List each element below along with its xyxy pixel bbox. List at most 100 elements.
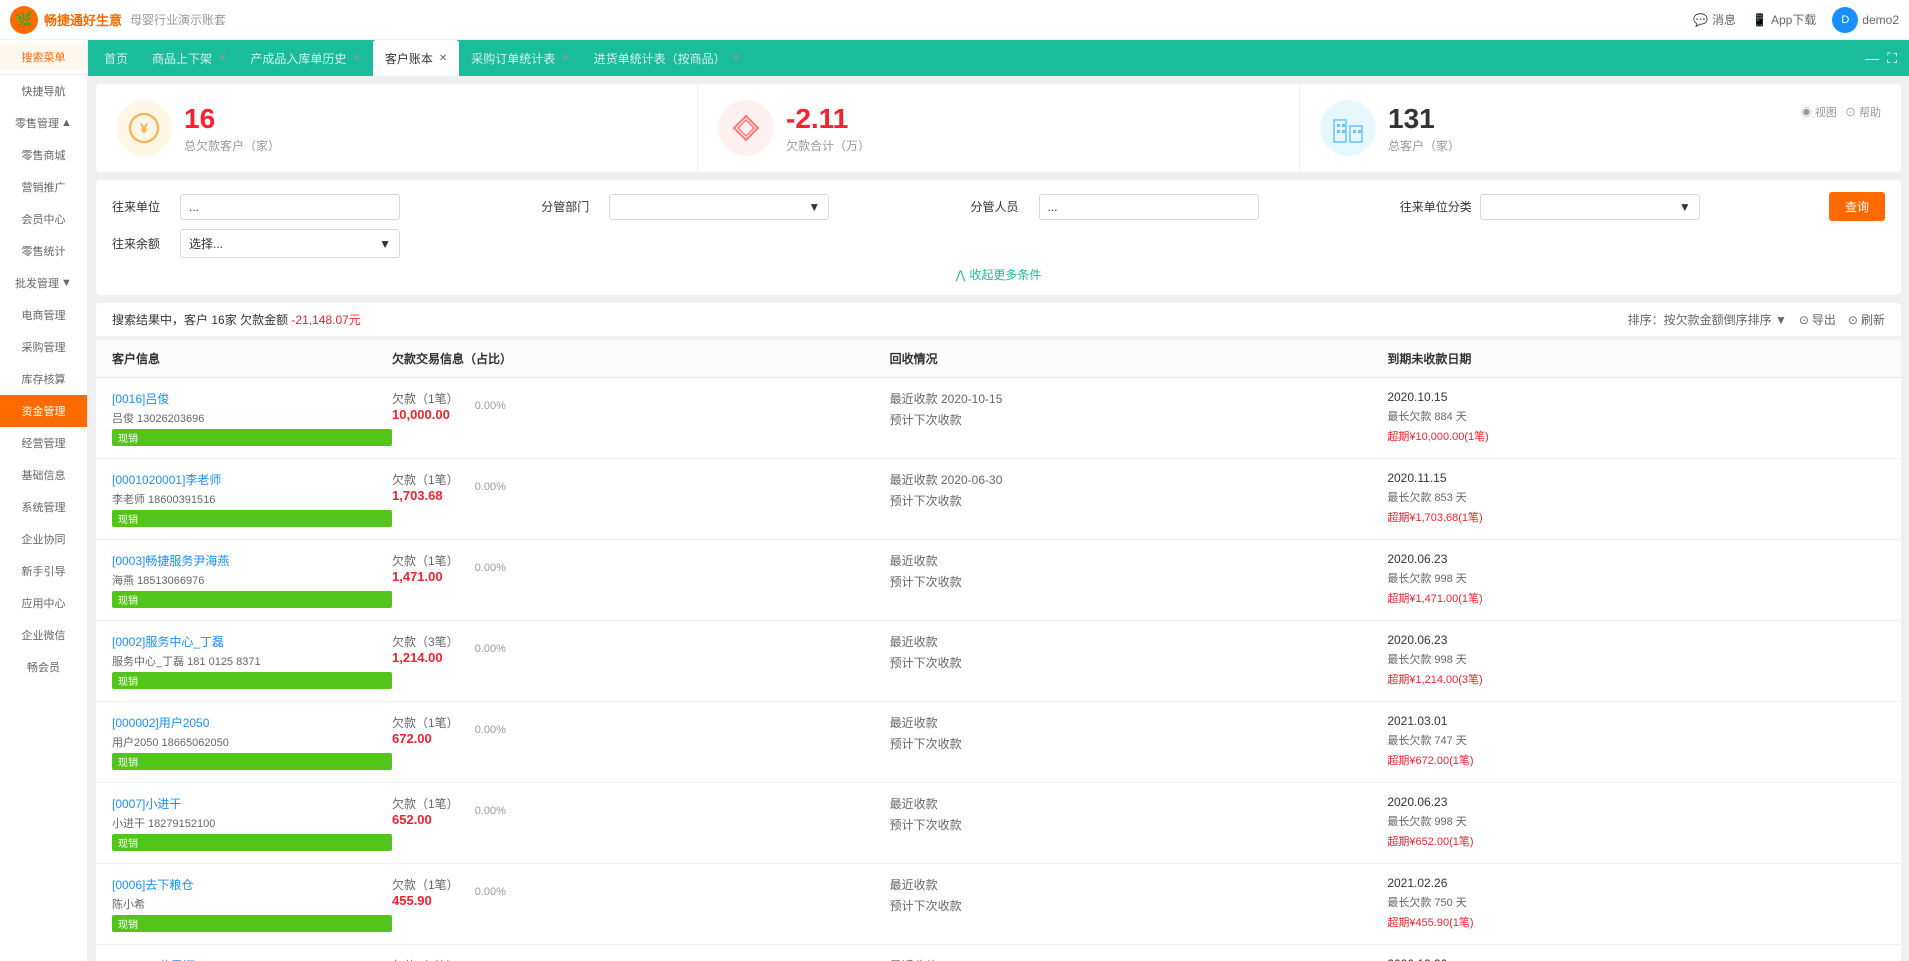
overdue-days-0006: 最长欠款 750 天 [1387, 894, 1885, 910]
stat-total-customers: 131 总客户（家） ◉ 视图 ⊙ 帮助 [1300, 84, 1901, 172]
customer-name-0006[interactable]: [0006]去下粮仓 [112, 876, 392, 893]
customer-contact-0003: 海燕 18513066976 [112, 572, 392, 588]
sidebar-item-wechat[interactable]: 企业微信 [0, 619, 87, 651]
overdue-link-0007[interactable]: 超期¥652.00(1笔) [1387, 833, 1885, 849]
manager-label: 分管人员 [971, 198, 1031, 215]
sidebar-item-capital[interactable]: 资金管理 [0, 395, 87, 427]
sidebar-item-retail-mgmt[interactable]: 零售管理 ▲ [0, 107, 87, 139]
app-download-link[interactable]: 📱 App下载 [1752, 11, 1816, 28]
view-action[interactable]: ◉ 视图 [1801, 104, 1837, 120]
tab-purchase-stats-close[interactable]: ✕ [732, 53, 740, 64]
user-area[interactable]: D demo2 [1832, 7, 1899, 33]
filter-row-2: 往来余额 选择... ▼ [112, 229, 1885, 258]
next-payment-0016: 预计下次收款 [890, 411, 1388, 428]
tab-purchase-order-close[interactable]: ✕ [561, 53, 569, 64]
sidebar-item-purchase[interactable]: 采购管理 [0, 331, 87, 363]
overdue-days-00010: 最长欠款 853 天 [1387, 489, 1885, 505]
logo-area: 🌿 畅捷通好生意 [10, 6, 122, 34]
basic-info-label: 基础信息 [22, 470, 66, 482]
tab-purchase-stats[interactable]: 进货单统计表（按商品） ✕ [582, 40, 752, 76]
sidebar-item-system[interactable]: 系统管理 [0, 491, 87, 523]
overdue-link-0016[interactable]: 超期¥10,000.00(1笔) [1387, 428, 1885, 444]
tab-home[interactable]: 首页 [92, 40, 140, 76]
table-row: [0016]吕俊 吕俊 13026203696 现销 欠款（1笔） 10,000… [96, 378, 1901, 459]
debt-amount-0016: 10,000.00 [392, 407, 459, 422]
sidebar-item-batch-mgmt[interactable]: 批发管理 ▼ [0, 267, 87, 299]
sidebar-item-warehouse[interactable]: 库存核算 [0, 363, 87, 395]
overdue-link-0003[interactable]: 超期¥1,471.00(1笔) [1387, 590, 1885, 606]
customer-name-0007[interactable]: [0007]小进干 [112, 795, 392, 812]
debt-row-0007: 欠款（1笔） 652.00 0.00% [392, 795, 890, 827]
overdue-link-0002[interactable]: 超期¥1,214.00(3笔) [1387, 671, 1885, 687]
tab-minimize-button[interactable]: — [1865, 50, 1879, 66]
sidebar-item-operation[interactable]: 经营管理 [0, 427, 87, 459]
unit-category-select[interactable]: ▼ [1480, 194, 1700, 220]
sidebar-item-retail-stats[interactable]: 零售统计 [0, 235, 87, 267]
overdue-link-000002[interactable]: 超期¥672.00(1笔) [1387, 752, 1885, 768]
recovery-00010: 最近收款 2020-06-30 预计下次收款 [890, 471, 1388, 527]
customer-tag-0006: 现销 [112, 915, 392, 932]
sidebar-item-enterprise[interactable]: 企业协同 [0, 523, 87, 555]
overdue-link-00010[interactable]: 超期¥1,703.68(1笔) [1387, 509, 1885, 525]
customer-name-0016[interactable]: [0016]吕俊 [112, 390, 392, 407]
last-payment-00010: 最近收款 2020-06-30 [890, 471, 1388, 488]
tab-bar: 首页 商品上下架 ✕ 产成品入库单历史 ✕ 客户账本 ✕ 采购订单统计表 ✕ 进… [88, 40, 1909, 76]
tab-product-shelf[interactable]: 商品上下架 ✕ [140, 40, 238, 76]
sidebar-item-member[interactable]: 会员中心 [0, 203, 87, 235]
customer-name-000002[interactable]: [000002]用户2050 [112, 714, 392, 731]
retail-mgmt-label: 零售管理 [15, 115, 59, 131]
collapse-button[interactable]: ⋀ 收起更多条件 [956, 266, 1042, 283]
customer-name-0003[interactable]: [0003]畅捷服务尹海燕 [112, 552, 392, 569]
view-label: 视图 [1815, 107, 1837, 119]
tab-production-history[interactable]: 产成品入库单历史 ✕ [238, 40, 372, 76]
refresh-button[interactable]: ⊙ 刷新 [1848, 311, 1885, 328]
overdue-link-0006[interactable]: 超期¥455.90(1笔) [1387, 914, 1885, 930]
overdue-days-0003: 最长欠款 998 天 [1387, 570, 1885, 586]
system-label: 系统管理 [22, 502, 66, 514]
sidebar-item-app-center[interactable]: 应用中心 [0, 587, 87, 619]
app-logo-icon: 🌿 [10, 6, 38, 34]
sort-select[interactable]: 排序：按欠款金额倒序排序 ▼ [1628, 311, 1787, 328]
search-menu-button[interactable]: 搜索菜单 [0, 44, 87, 70]
tab-production-history-close[interactable]: ✕ [352, 53, 360, 64]
overdue-days-0002: 最长欠款 998 天 [1387, 651, 1885, 667]
manager-input[interactable]: ... [1039, 194, 1259, 220]
dept-select[interactable]: ▼ [609, 194, 829, 220]
operation-label: 经营管理 [22, 438, 66, 450]
recovery-000001: 最近收款 预计下次收款 [890, 957, 1388, 961]
overdue-date-00010: 2020.11.15 [1387, 471, 1885, 485]
debt-info-0007: 欠款（1笔） 652.00 0.00% [392, 795, 890, 851]
customer-tag-0003: 现销 [112, 591, 392, 608]
sidebar-item-retail-store[interactable]: 零售商城 [0, 139, 87, 171]
sidebar-item-vip[interactable]: 畅会员 [0, 651, 87, 683]
table-row: [0003]畅捷服务尹海燕 海燕 18513066976 现销 欠款（1笔） 1… [96, 540, 1901, 621]
next-payment-0002: 预计下次收款 [890, 654, 1388, 671]
sidebar-item-newbie[interactable]: 新手引导 [0, 555, 87, 587]
overdue-0002: 2020.06.23 最长欠款 998 天 超期¥1,214.00(3笔) [1387, 633, 1885, 689]
sidebar-item-quick-nav[interactable]: 快捷导航 [0, 75, 87, 107]
message-link[interactable]: 💬 消息 [1693, 11, 1736, 28]
overdue-date-0007: 2020.06.23 [1387, 795, 1885, 809]
debt-amount-icon [718, 100, 774, 156]
customer-name-0002[interactable]: [0002]服务中心_丁磊 [112, 633, 392, 650]
tab-product-shelf-close[interactable]: ✕ [218, 53, 226, 64]
tab-customer-account-close[interactable]: ✕ [439, 53, 447, 64]
balance-select[interactable]: 选择... ▼ [180, 229, 400, 258]
customer-name-000001[interactable]: [000001]黄思源 [112, 957, 392, 961]
sidebar-item-ecommerce[interactable]: 电商管理 [0, 299, 87, 331]
customer-name-00010[interactable]: [0001020001]李老师 [112, 471, 392, 488]
tab-customer-account[interactable]: 客户账本 ✕ [373, 40, 459, 76]
results-info: 搜索结果中，客户 16家 欠款金额 -21,148.07元 [112, 311, 361, 328]
tab-purchase-order[interactable]: 采购订单统计表 ✕ [459, 40, 581, 76]
manager-dots: ... [1048, 200, 1058, 214]
collapse-label: 收起更多条件 [969, 266, 1041, 283]
export-button[interactable]: ⊙ 导出 [1799, 311, 1836, 328]
sidebar-item-marketing[interactable]: 营销推广 [0, 171, 87, 203]
demo-label[interactable]: 母婴行业演示账套 [130, 11, 226, 28]
source-unit-input[interactable]: ... [180, 194, 400, 220]
debt-ratio-000002: 0.00% [475, 724, 506, 736]
help-action[interactable]: ⊙ 帮助 [1845, 104, 1881, 120]
search-button[interactable]: 查询 [1829, 192, 1885, 221]
tab-maximize-button[interactable]: ⛶ [1887, 50, 1897, 67]
sidebar-item-basic-info[interactable]: 基础信息 [0, 459, 87, 491]
